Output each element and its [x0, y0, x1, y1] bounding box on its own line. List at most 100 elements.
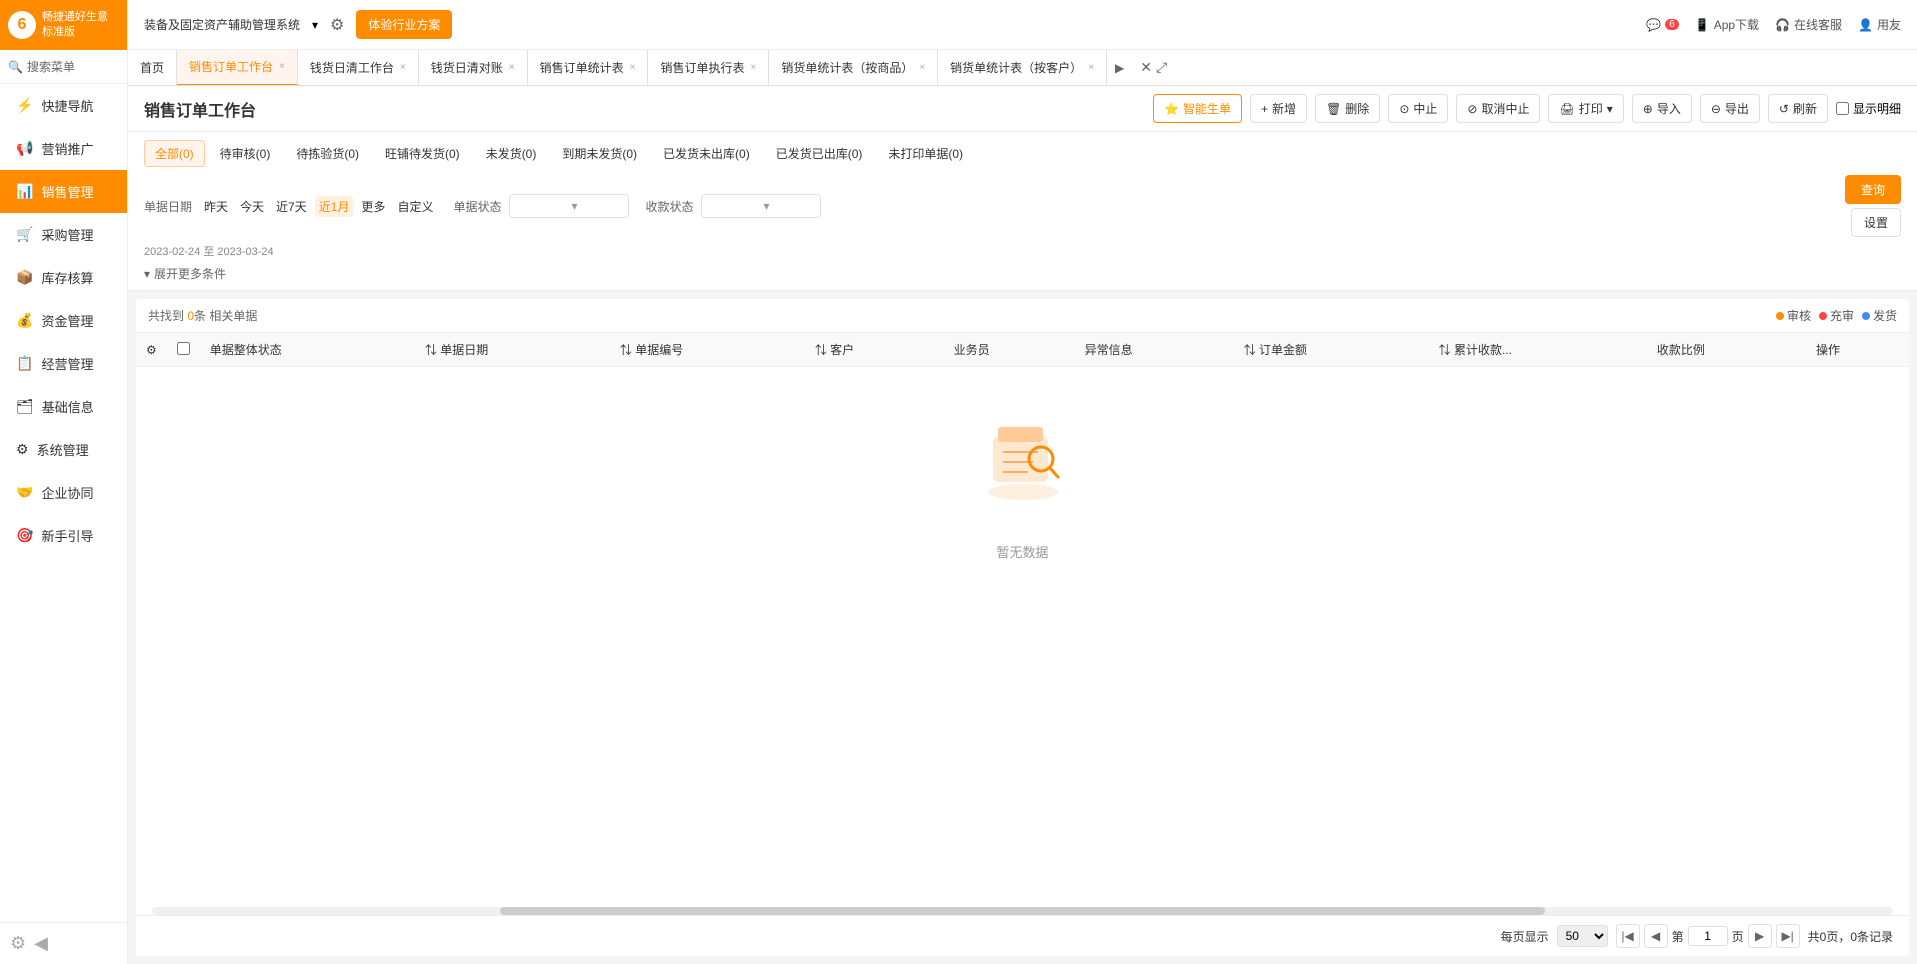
query-btn[interactable]: 查询 [1845, 175, 1901, 204]
horizontal-scrollbar[interactable] [152, 907, 1893, 915]
message-action[interactable]: 💬 6 [1646, 18, 1679, 32]
filter-tab-pending-inspect[interactable]: 待拣验货(0) [285, 140, 370, 167]
show-detail-checkbox[interactable] [1836, 102, 1849, 115]
settings-bottom-icon[interactable]: ⚙ [10, 933, 26, 954]
status-filter-select[interactable]: ▾ [509, 194, 629, 218]
date-opt-more[interactable]: 更多 [357, 196, 389, 217]
tab-close-sales-order-exec[interactable]: × [750, 62, 756, 73]
col-amount[interactable]: ⇅ 订单金额 [1234, 333, 1429, 367]
filter-tab-not-printed[interactable]: 未打印单据(0) [877, 140, 974, 167]
set-btn[interactable]: 设置 [1851, 208, 1901, 237]
sidebar-item-quick-nav[interactable]: ⚡快捷导航 [0, 84, 127, 127]
delete-btn[interactable]: 🗑 删除 [1315, 94, 1380, 123]
last-page-btn[interactable]: ▶| [1776, 924, 1800, 948]
date-filter-label: 单据日期 [144, 198, 192, 215]
date-opt-custom[interactable]: 自定义 [393, 196, 437, 217]
filter-tab-shipped-not-out[interactable]: 已发货未出库(0) [652, 140, 761, 167]
page-input[interactable] [1688, 926, 1728, 946]
expand-conditions-btn[interactable]: ▾ 展开更多条件 [144, 265, 1901, 282]
payment-filter-group: 收款状态 ▾ [645, 194, 821, 218]
payment-filter-select[interactable]: ▾ [701, 194, 821, 218]
table-head: ⚙ 单据整体状态 ⇅ 单据日期 ⇅ 单据编号 ⇅ 客户 业务员 异常信息 ⇅ 订… [136, 333, 1909, 367]
collapse-icon[interactable]: ◀ [34, 933, 48, 954]
filter-tab-wangpu-pending[interactable]: 旺铺待发货(0) [374, 140, 471, 167]
suspend-btn[interactable]: ⊙ 中止 [1388, 94, 1448, 123]
scrollbar-thumb[interactable] [500, 907, 1545, 915]
tab-expand-icon[interactable]: ⤢ [1156, 59, 1167, 76]
col-checkbox[interactable] [167, 333, 200, 367]
tab-sales-stats-customer[interactable]: 销货单统计表（按客户）× [938, 50, 1107, 86]
sidebar-search[interactable]: 🔍 搜索菜单 [0, 50, 127, 84]
industry-btn[interactable]: 体验行业方案 [356, 10, 452, 39]
print-btn[interactable]: 🖨 打印 ▾ [1548, 94, 1623, 123]
tab-label-cash-reconcile: 钱货日清对账 [431, 59, 503, 76]
date-opt-1month[interactable]: 近1月 [315, 196, 354, 217]
sidebar-item-sales[interactable]: 📊销售管理 [0, 170, 127, 213]
sidebar-item-inventory[interactable]: 📦库存核算 [0, 256, 127, 299]
tab-close-sales-order-stats[interactable]: × [630, 62, 636, 73]
sidebar-item-guide[interactable]: 🎯新手引导 [0, 514, 127, 557]
tab-more-btn[interactable]: ▶ [1107, 61, 1132, 75]
cancel-suspend-btn[interactable]: ⊘ 取消中止 [1456, 94, 1540, 123]
filter-tab-not-shipped[interactable]: 未发货(0) [475, 140, 548, 167]
date-opt-yesterday[interactable]: 昨天 [200, 196, 232, 217]
export-btn[interactable]: ⊖ 导出 [1700, 94, 1760, 123]
tab-close-sales-stats-product[interactable]: × [919, 62, 925, 73]
tab-sales-stats-product[interactable]: 销货单统计表（按商品）× [769, 50, 938, 86]
smart-btn[interactable]: ⭐ 智能生单 [1153, 94, 1242, 123]
tab-sales-order-workbench[interactable]: 销售订单工作台× [177, 50, 298, 86]
sidebar-item-system[interactable]: ⚙系统管理 [0, 428, 127, 471]
app-download-action[interactable]: 📱 App下载 [1695, 16, 1759, 33]
col-staff[interactable]: 业务员 [944, 333, 1075, 367]
sidebar-item-basic-info[interactable]: 🗂基础信息 [0, 385, 127, 428]
next-page-btn[interactable]: ▶ [1748, 924, 1772, 948]
sidebar-item-marketing[interactable]: 📢营销推广 [0, 127, 127, 170]
tab-sales-order-exec[interactable]: 销售订单执行表× [648, 50, 769, 86]
filter-tab-all[interactable]: 全部(0) [144, 140, 205, 167]
table-area: 共找到 0条 相关单据 审核充审发货 ⚙ 单据整体状态 ⇅ 单据日期 ⇅ 单据编… [136, 299, 1909, 956]
sidebar-item-cooperation[interactable]: 🤝企业协同 [0, 471, 127, 514]
table-action-ship[interactable]: 发货 [1862, 307, 1897, 324]
import-btn[interactable]: ⊕ 导入 [1632, 94, 1692, 123]
sidebar-item-operations[interactable]: 📋经营管理 [0, 342, 127, 385]
col-number[interactable]: ⇅ 单据编号 [610, 333, 805, 367]
tab-close-cash-daily[interactable]: × [400, 62, 406, 73]
tab-close-sales-order-workbench[interactable]: × [279, 61, 285, 72]
col-settings[interactable]: ⚙ [136, 333, 167, 367]
date-opt-7days[interactable]: 近7天 [272, 196, 311, 217]
sidebar-item-finance[interactable]: 💰资金管理 [0, 299, 127, 342]
topbar-dropdown-icon[interactable]: ▾ [312, 18, 318, 32]
tab-home[interactable]: 首页 [128, 50, 177, 86]
table-scroll[interactable]: ⚙ 单据整体状态 ⇅ 单据日期 ⇅ 单据编号 ⇅ 客户 业务员 异常信息 ⇅ 订… [136, 333, 1909, 907]
select-all-checkbox[interactable] [177, 342, 190, 355]
tab-cash-reconcile[interactable]: 钱货日清对账 × [419, 50, 528, 86]
sidebar-item-purchase[interactable]: 🛒采购管理 [0, 213, 127, 256]
date-opt-today[interactable]: 今天 [236, 196, 268, 217]
col-collected[interactable]: ⇅ 累计收款... [1429, 333, 1647, 367]
table-action-anti-review[interactable]: 充审 [1819, 307, 1854, 324]
per-page-select[interactable]: 50 20 100 [1557, 925, 1608, 947]
filter-tab-shipped-out[interactable]: 已发货已出库(0) [765, 140, 874, 167]
tab-cash-daily[interactable]: 钱货日清工作台× [298, 50, 419, 86]
filter-tab-pending-review[interactable]: 待审核(0) [209, 140, 282, 167]
first-page-btn[interactable]: |◀ [1616, 924, 1640, 948]
show-detail-label[interactable]: 显示明细 [1836, 100, 1901, 117]
user-action[interactable]: 👤 用友 [1858, 16, 1901, 33]
col-date[interactable]: ⇅ 单据日期 [415, 333, 610, 367]
col-customer[interactable]: ⇅ 客户 [805, 333, 944, 367]
add-btn[interactable]: + 新增 [1250, 94, 1307, 123]
tab-sales-order-stats[interactable]: 销售订单统计表× [528, 50, 649, 86]
topbar-settings-icon[interactable]: ⚙ [330, 15, 344, 35]
filter-tab-label-not-shipped: 未发货(0) [486, 147, 537, 161]
tab-close-cash-reconcile[interactable]: × [509, 62, 515, 73]
delete-icon: 🗑 [1326, 102, 1341, 116]
table-action-btns: 审核充审发货 [1776, 307, 1897, 324]
prev-page-btn[interactable]: ◀ [1644, 924, 1668, 948]
refresh-btn[interactable]: ↺ 刷新 [1768, 94, 1828, 123]
filter-tab-overdue-not-shipped[interactable]: 到期未发货(0) [551, 140, 648, 167]
tab-close-sales-stats-customer[interactable]: × [1088, 62, 1094, 73]
table-action-review[interactable]: 审核 [1776, 307, 1811, 324]
online-service-action[interactable]: 🎧 在线客服 [1775, 16, 1842, 33]
tab-close-icon[interactable]: ✕ [1140, 59, 1152, 76]
nav-icon-guide: 🎯 [16, 527, 33, 544]
